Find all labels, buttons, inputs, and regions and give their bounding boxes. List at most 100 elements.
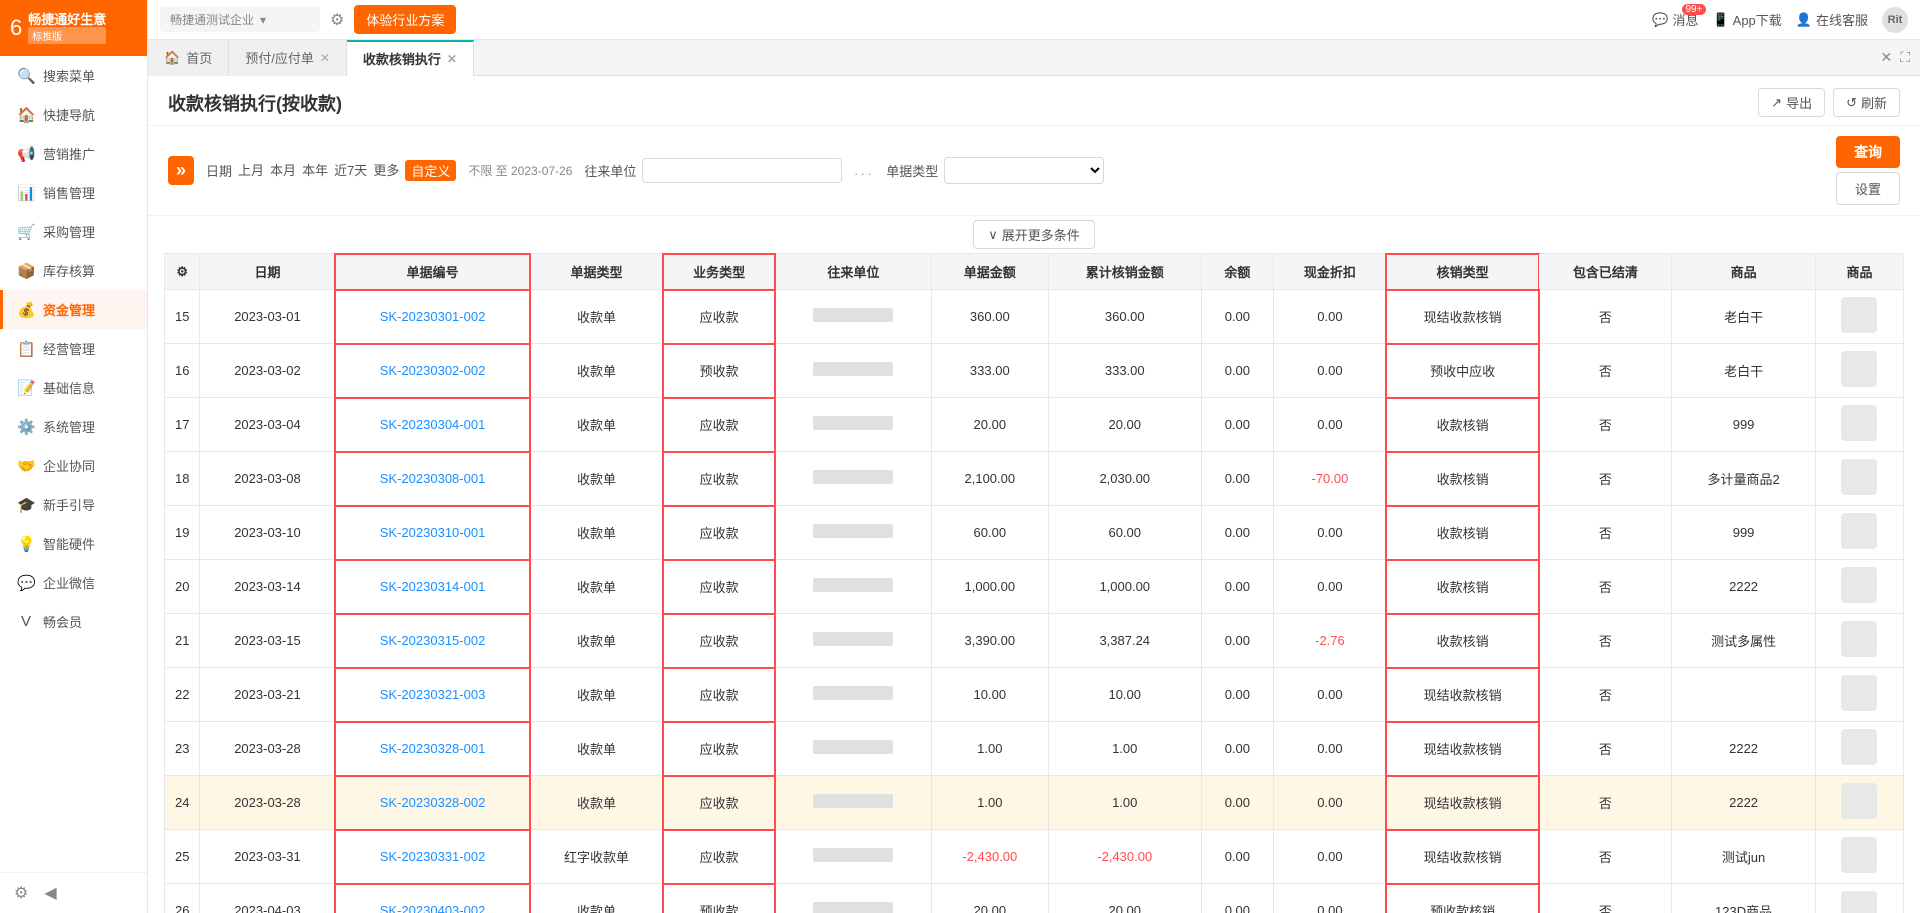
bill-no-link[interactable]: SK-20230403-002 — [380, 903, 486, 913]
sidebar-label-purchase: 采购管理 — [43, 222, 95, 241]
sidebar-item-marketing[interactable]: 📢营销推广 — [0, 134, 147, 173]
date-more[interactable]: 更多 — [373, 160, 399, 181]
settings-bottom-icon[interactable]: ⚙ — [14, 883, 28, 903]
cell-discount: 0.00 — [1274, 560, 1387, 614]
bill-no-link[interactable]: SK-20230315-002 — [380, 633, 486, 648]
tab-prepay-close-icon[interactable]: ✕ — [320, 51, 330, 65]
bill-no-link[interactable]: SK-20230331-002 — [380, 849, 486, 864]
cell-included: 否 — [1539, 344, 1672, 398]
topbar-gear-icon[interactable]: ⚙ — [330, 10, 344, 30]
sidebar-icon-inventory: 📦 — [17, 262, 35, 280]
sidebar-item-wechat[interactable]: 💬企业微信 — [0, 563, 147, 602]
tab-close-all-icon[interactable]: ✕ — [1880, 49, 1892, 66]
sidebar-item-operations[interactable]: 📋经营管理 — [0, 329, 147, 368]
user-avatar[interactable]: Rit — [1882, 7, 1908, 33]
bill-no-link[interactable]: SK-20230308-001 — [380, 471, 486, 486]
tab-collection-close-icon[interactable]: ✕ — [447, 52, 457, 66]
sidebar-icon-wechat: 💬 — [17, 574, 35, 592]
sidebar-item-sales[interactable]: 📊销售管理 — [0, 173, 147, 212]
cell-num: 23 — [165, 722, 200, 776]
cell-cancel-type: 收款核销 — [1386, 452, 1539, 506]
bill-no-link[interactable]: SK-20230302-002 — [380, 363, 486, 378]
bill-no-link[interactable]: SK-20230328-001 — [380, 741, 486, 756]
industry-solution-button[interactable]: 体验行业方案 — [354, 5, 456, 34]
main-content: 畅捷通测试企业 ▾ ⚙ 体验行业方案 💬 消息 99+ 📱 App下载 👤 在线… — [148, 0, 1920, 913]
table-row: 17 2023-03-04 SK-20230304-001 收款单 应收款 20… — [165, 398, 1904, 452]
cell-date: 2023-03-01 — [200, 290, 335, 344]
sidebar-item-member[interactable]: V畅会员 — [0, 602, 147, 641]
sidebar: 6 畅捷通好生意 标推版 🔍搜索菜单🏠快捷导航📢营销推广📊销售管理🛒采购管理📦库… — [0, 0, 148, 913]
tab-home[interactable]: 🏠 首页 — [148, 40, 229, 76]
date-this-year[interactable]: 本年 — [302, 160, 328, 181]
sidebar-item-inventory[interactable]: 📦库存核算 — [0, 251, 147, 290]
refresh-button[interactable]: ↺ 刷新 — [1833, 88, 1900, 117]
expand-filter-button[interactable]: ∨ 展开更多条件 — [973, 220, 1095, 249]
messages-button[interactable]: 💬 消息 99+ — [1652, 10, 1698, 29]
sidebar-item-collab[interactable]: 🤝企业协同 — [0, 446, 147, 485]
export-button[interactable]: ↗ 导出 — [1758, 88, 1825, 117]
service-label: 在线客服 — [1816, 10, 1868, 29]
cell-bill-no: SK-20230328-002 — [335, 776, 530, 830]
cell-product2 — [1815, 722, 1903, 776]
date-prev-month[interactable]: 上月 — [238, 160, 264, 181]
app-download-link[interactable]: 📱 App下载 — [1712, 10, 1781, 29]
cell-cancel-amount: 2,030.00 — [1048, 452, 1201, 506]
content-area: 收款核销执行(按收款) ↗ 导出 ↺ 刷新 » 日期 上月 本月 本 — [148, 76, 1920, 913]
cell-cancel-type: 收款核销 — [1386, 506, 1539, 560]
cell-bill-no: SK-20230302-002 — [335, 344, 530, 398]
filter-toggle-button[interactable]: » — [168, 156, 194, 185]
cell-amount: 360.00 — [931, 290, 1048, 344]
bill-no-link[interactable]: SK-20230321-003 — [380, 687, 486, 702]
cell-partner — [775, 668, 931, 722]
date-this-month[interactable]: 本月 — [270, 160, 296, 181]
cell-date: 2023-03-14 — [200, 560, 335, 614]
cell-included: 否 — [1539, 830, 1672, 884]
sidebar-icon-operations: 📋 — [17, 340, 35, 358]
partner-search-input[interactable] — [642, 158, 842, 183]
cell-date: 2023-04-03 — [200, 884, 335, 913]
sidebar-icon-marketing: 📢 — [17, 145, 35, 163]
tab-fullscreen-icon[interactable]: ⛶ — [1900, 49, 1910, 66]
cell-date: 2023-03-10 — [200, 506, 335, 560]
online-service-link[interactable]: 👤 在线客服 — [1796, 10, 1868, 29]
workspace-selector[interactable]: 畅捷通测试企业 ▾ — [160, 7, 320, 32]
col-gear: ⚙ — [165, 254, 200, 290]
sidebar-item-search[interactable]: 🔍搜索菜单 — [0, 56, 147, 95]
filter-settings-button[interactable]: 设置 — [1836, 172, 1900, 205]
cell-product1: 测试jun — [1672, 830, 1816, 884]
cell-bill-type: 收款单 — [530, 290, 663, 344]
bill-no-link[interactable]: SK-20230304-001 — [380, 417, 486, 432]
cell-partner — [775, 614, 931, 668]
tab-collection[interactable]: 收款核销执行 ✕ — [347, 40, 474, 76]
bill-no-link[interactable]: SK-20230310-001 — [380, 525, 486, 540]
sidebar-item-guide[interactable]: 🎓新手引导 — [0, 485, 147, 524]
tab-prepay[interactable]: 预付/应付单 ✕ — [229, 40, 347, 76]
cell-discount: 0.00 — [1274, 506, 1387, 560]
cell-product2 — [1815, 830, 1903, 884]
cell-amount: 1,000.00 — [931, 560, 1048, 614]
cell-discount: 0.00 — [1274, 884, 1387, 913]
sidebar-item-basic[interactable]: 📝基础信息 — [0, 368, 147, 407]
cell-included: 否 — [1539, 668, 1672, 722]
sidebar-item-purchase[interactable]: 🛒采购管理 — [0, 212, 147, 251]
sidebar-item-hardware[interactable]: 💡智能硬件 — [0, 524, 147, 563]
sidebar-item-quicknav[interactable]: 🏠快捷导航 — [0, 95, 147, 134]
sidebar-item-finance[interactable]: 💰资金管理 — [0, 290, 147, 329]
cell-product1: 123D商品 — [1672, 884, 1816, 913]
sidebar-label-basic: 基础信息 — [43, 378, 95, 397]
col-product2: 商品 — [1815, 254, 1903, 290]
bill-no-link[interactable]: SK-20230314-001 — [380, 579, 486, 594]
bill-type-select[interactable] — [944, 157, 1104, 184]
sidebar-icon-sales: 📊 — [17, 184, 35, 202]
query-button[interactable]: 查询 — [1836, 136, 1900, 168]
cell-date: 2023-03-28 — [200, 776, 335, 830]
sidebar-item-system[interactable]: ⚙️系统管理 — [0, 407, 147, 446]
bill-no-link[interactable]: SK-20230301-002 — [380, 309, 486, 324]
date-7days[interactable]: 近7天 — [334, 160, 367, 181]
date-custom[interactable]: 自定义 — [405, 160, 456, 181]
col-biz-type: 业务类型 — [663, 254, 776, 290]
bill-no-link[interactable]: SK-20230328-002 — [380, 795, 486, 810]
cell-cancel-type: 预收中应收 — [1386, 344, 1539, 398]
collapse-icon[interactable]: ◀ — [44, 883, 56, 903]
data-table-wrapper: ⚙ 日期 单据编号 单据类型 业务类型 往来单位 单据金额 累计核销金额 余额 … — [148, 253, 1920, 913]
